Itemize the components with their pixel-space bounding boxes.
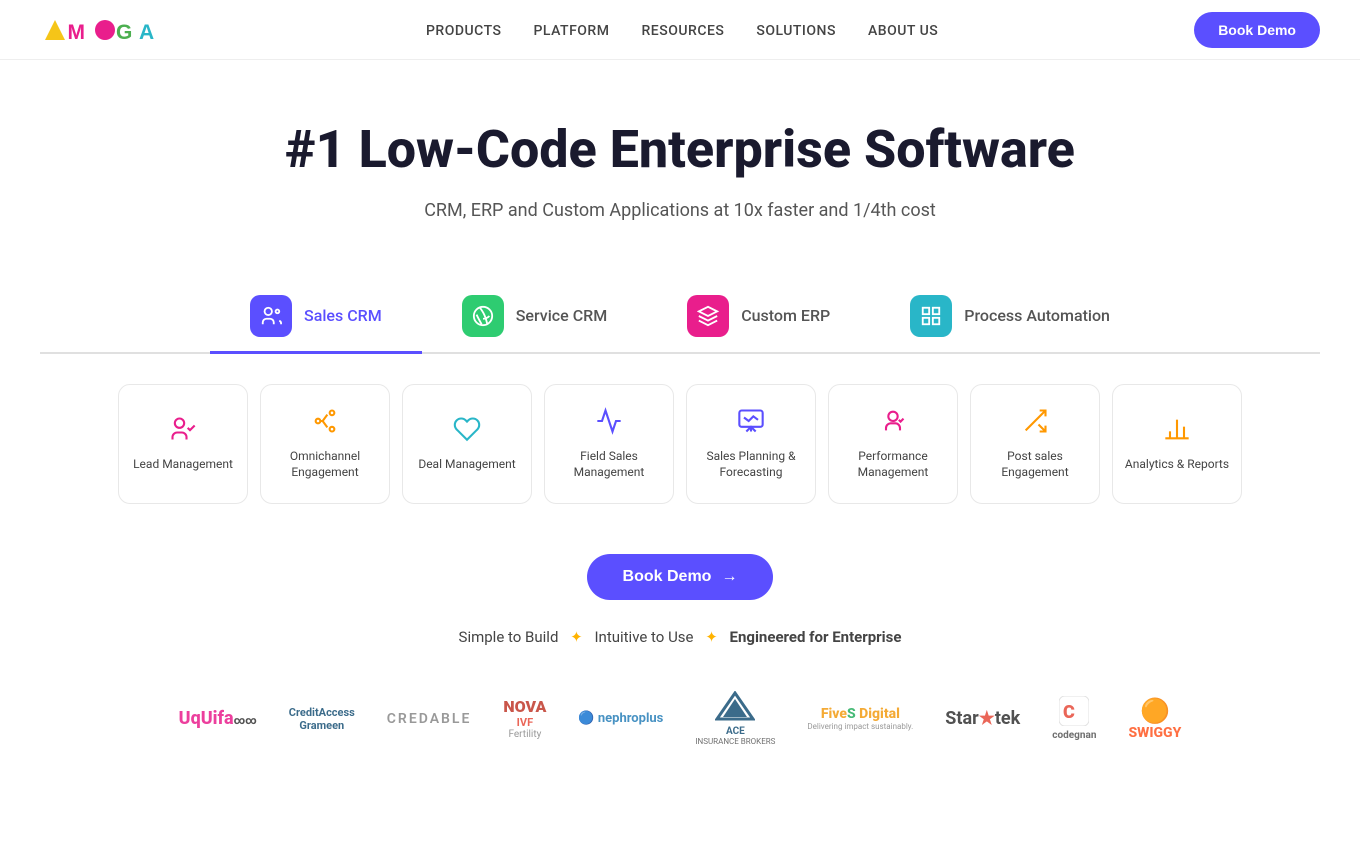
- swiggy-text: SWIGGY: [1128, 725, 1181, 741]
- nav-links: PRODUCTS PLATFORM RESOURCES SOLUTIONS AB…: [426, 20, 938, 39]
- card-sales-planning[interactable]: Sales Planning & Forecasting: [686, 384, 816, 504]
- card-field-sales[interactable]: Field Sales Management: [544, 384, 674, 504]
- logo-nephroplus: 🔵 nephroplus: [578, 694, 663, 744]
- cta-book-demo-button[interactable]: Book Demo →: [587, 554, 774, 600]
- feature-cards-container: Lead Management Omnichannel Engagement D…: [0, 354, 1360, 534]
- logo-codegnan: C codegnan: [1052, 694, 1096, 744]
- sales-planning-icon: [737, 407, 765, 441]
- nav-products[interactable]: PRODUCTS: [426, 20, 502, 39]
- uquifa-text: UqUifa∞∞: [179, 708, 257, 729]
- logo-fives-digital: FiveS Digital Delivering impact sustaina…: [807, 694, 913, 744]
- service-crm-label: Service CRM: [516, 306, 607, 325]
- nephroplus-text: 🔵 nephroplus: [578, 711, 663, 726]
- nav-solutions[interactable]: SOLUTIONS: [756, 20, 836, 39]
- lead-management-icon: [169, 415, 197, 449]
- svg-text:C: C: [1063, 702, 1075, 723]
- svg-text:G: G: [116, 21, 132, 44]
- bullet-icon-2: ✦: [705, 628, 718, 646]
- card-lead-management[interactable]: Lead Management: [118, 384, 248, 504]
- startek-text: Star★tek: [945, 708, 1020, 729]
- custom-erp-icon: [687, 295, 729, 337]
- logo-startek: Star★tek: [945, 694, 1020, 744]
- creditaccess-text: CreditAccessGrameen: [289, 706, 355, 732]
- lead-management-label: Lead Management: [133, 457, 233, 473]
- deal-management-label: Deal Management: [418, 457, 515, 473]
- card-analytics-reports[interactable]: Analytics & Reports: [1112, 384, 1242, 504]
- performance-management-icon: [879, 407, 907, 441]
- logo-credable: CREDABLE: [387, 694, 472, 744]
- card-deal-management[interactable]: Deal Management: [402, 384, 532, 504]
- credable-text: CREDABLE: [387, 711, 472, 727]
- tab-custom-erp[interactable]: Custom ERP: [647, 281, 870, 354]
- tagline-part1: Simple to Build: [459, 628, 559, 646]
- logo: M G A: [40, 10, 170, 50]
- omnichannel-label: Omnichannel Engagement: [271, 449, 379, 480]
- cta-arrow-icon: →: [721, 568, 737, 586]
- card-post-sales[interactable]: Post sales Engagement: [970, 384, 1100, 504]
- nav-book-demo-button[interactable]: Book Demo: [1194, 12, 1320, 48]
- card-omnichannel-engagement[interactable]: Omnichannel Engagement: [260, 384, 390, 504]
- performance-management-label: Performance Management: [839, 449, 947, 480]
- cta-label: Book Demo: [623, 568, 712, 586]
- sales-crm-label: Sales CRM: [304, 306, 382, 325]
- process-automation-icon: [910, 295, 952, 337]
- logo-uquifa: UqUifa∞∞: [179, 694, 257, 744]
- client-logos-section: UqUifa∞∞ CreditAccessGrameen CREDABLE NO…: [0, 664, 1360, 784]
- tagline: Simple to Build ✦ Intuitive to Use ✦ Eng…: [0, 610, 1360, 664]
- sales-crm-icon: [250, 295, 292, 337]
- logo-svg: M G A: [40, 10, 170, 50]
- svg-text:M: M: [68, 21, 86, 44]
- nav-platform[interactable]: PLATFORM: [534, 20, 610, 39]
- omnichannel-icon: [311, 407, 339, 441]
- deal-management-icon: [453, 415, 481, 449]
- card-performance-management[interactable]: Performance Management: [828, 384, 958, 504]
- field-sales-icon: [595, 407, 623, 441]
- custom-erp-label: Custom ERP: [741, 306, 830, 325]
- cta-section: Book Demo →: [0, 534, 1360, 610]
- bullet-icon-1: ✦: [570, 628, 583, 646]
- logo-ace: ACE INSURANCE BROKERS: [695, 694, 775, 744]
- tagline-part2: Intuitive to Use: [594, 628, 693, 646]
- nav-resources[interactable]: RESOURCES: [642, 20, 725, 39]
- service-crm-icon: [462, 295, 504, 337]
- analytics-label: Analytics & Reports: [1125, 457, 1229, 473]
- product-tabs: Sales CRM Service CRM Custom ERP Process…: [40, 281, 1320, 354]
- tab-sales-crm[interactable]: Sales CRM: [210, 281, 422, 354]
- process-automation-label: Process Automation: [964, 306, 1110, 325]
- sales-planning-label: Sales Planning & Forecasting: [697, 449, 805, 480]
- tab-process-automation[interactable]: Process Automation: [870, 281, 1150, 354]
- logo-swiggy: 🟠 SWIGGY: [1128, 694, 1181, 744]
- svg-text:A: A: [139, 21, 154, 44]
- field-sales-label: Field Sales Management: [555, 449, 663, 480]
- logo-creditaccess: CreditAccessGrameen: [289, 694, 355, 744]
- analytics-icon: [1163, 415, 1191, 449]
- hero-subheading: CRM, ERP and Custom Applications at 10x …: [40, 200, 1320, 221]
- hero-section: #1 Low-Code Enterprise Software CRM, ERP…: [0, 60, 1360, 281]
- logo-nova-ivf: NOVA IVF Fertility: [503, 694, 546, 744]
- post-sales-icon: [1021, 407, 1049, 441]
- hero-heading: #1 Low-Code Enterprise Software: [40, 120, 1320, 180]
- post-sales-label: Post sales Engagement: [981, 449, 1089, 480]
- tagline-part3: Engineered for Enterprise: [730, 628, 902, 646]
- navbar: M G A PRODUCTS PLATFORM RESOURCES SOLUTI…: [0, 0, 1360, 60]
- tab-service-crm[interactable]: Service CRM: [422, 281, 647, 354]
- nav-about-us[interactable]: ABOUT US: [868, 20, 938, 39]
